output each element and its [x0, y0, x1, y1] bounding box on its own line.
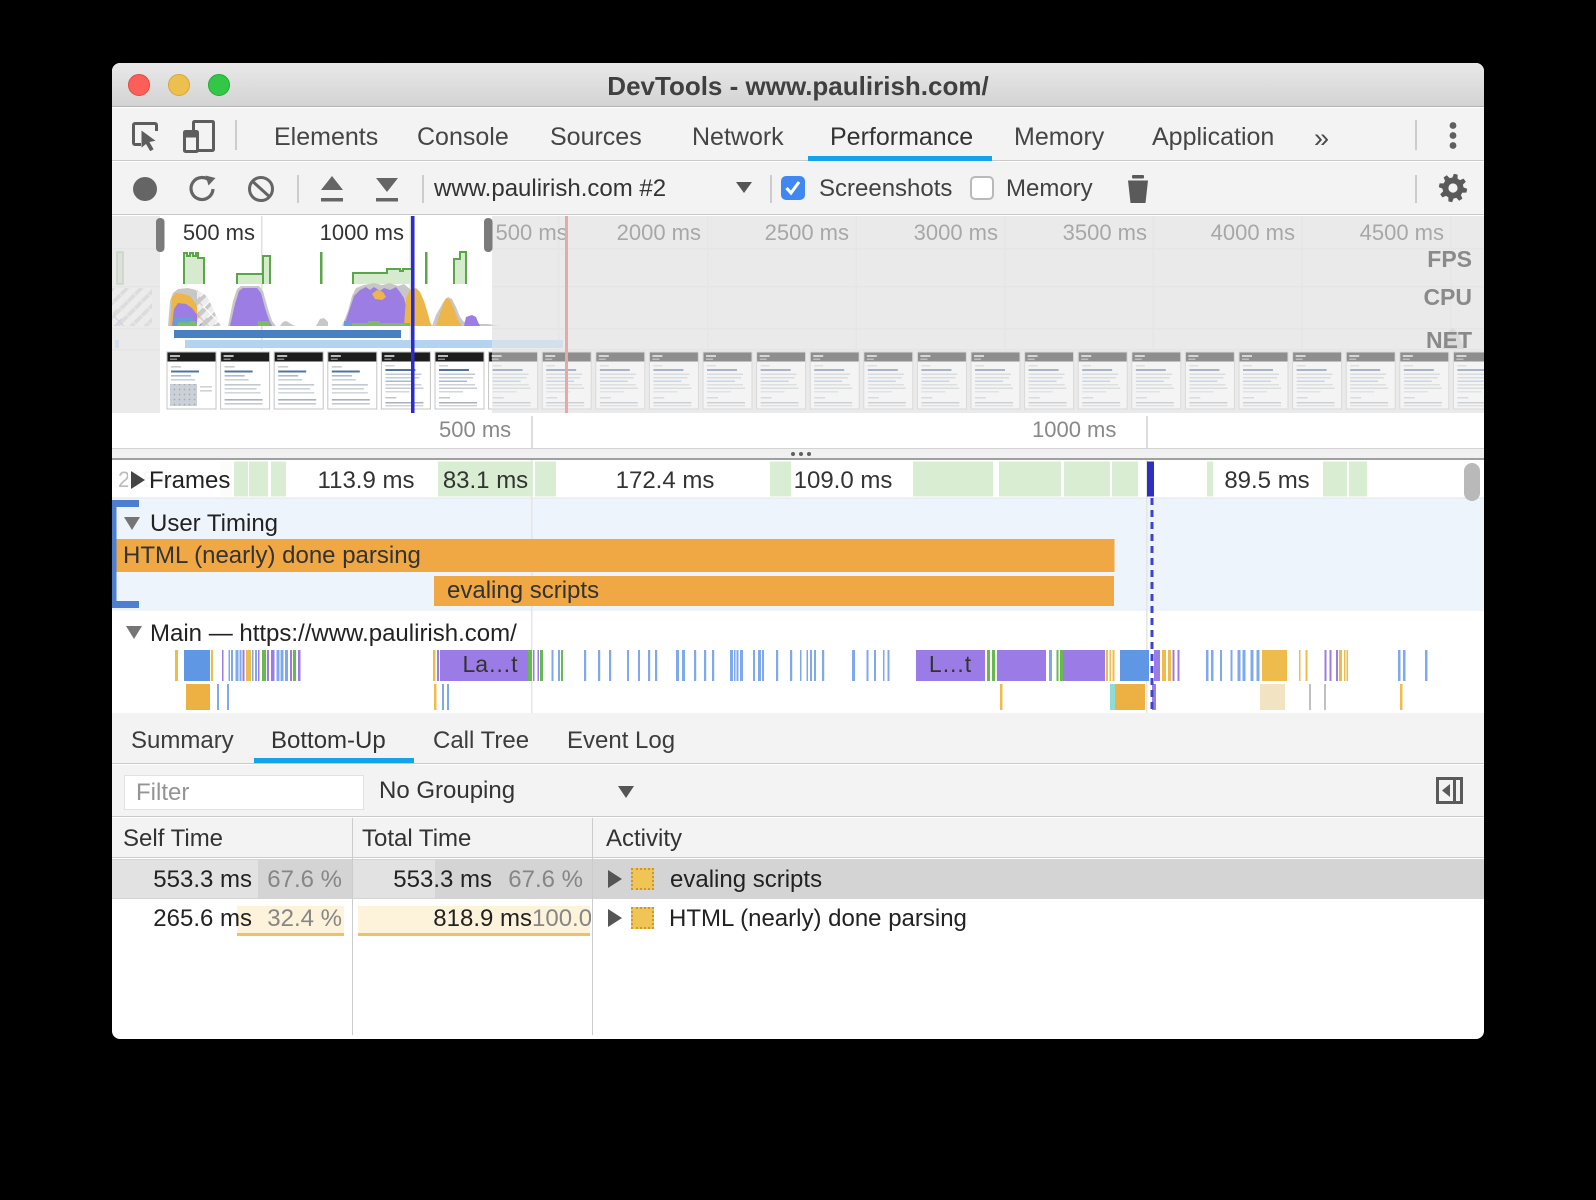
svg-text:500 ms: 500 ms	[183, 220, 255, 245]
svg-text:83.1 ms: 83.1 ms	[443, 467, 528, 494]
svg-text:89.5 ms: 89.5 ms	[1224, 467, 1309, 494]
svg-text:HTML (nearly) done parsing: HTML (nearly) done parsing	[123, 542, 421, 569]
svg-text:La…t: La…t	[463, 651, 519, 677]
svg-text:NET: NET	[1426, 327, 1472, 353]
svg-text:CPU: CPU	[1423, 284, 1472, 310]
svg-text:L…t: L…t	[929, 651, 972, 677]
svg-text:1000 ms: 1000 ms	[320, 220, 404, 245]
svg-text:User Timing: User Timing	[150, 510, 278, 537]
svg-text:113.9 ms: 113.9 ms	[318, 467, 415, 494]
svg-text:Frames: Frames	[149, 467, 230, 494]
svg-text:FPS: FPS	[1427, 246, 1472, 272]
svg-text:172.4 ms: 172.4 ms	[616, 467, 715, 494]
svg-text:Main — https://www.paulirish.c: Main — https://www.paulirish.com/	[150, 620, 517, 647]
svg-text:109.0 ms: 109.0 ms	[794, 467, 893, 494]
svg-text:evaling scripts: evaling scripts	[447, 577, 599, 604]
